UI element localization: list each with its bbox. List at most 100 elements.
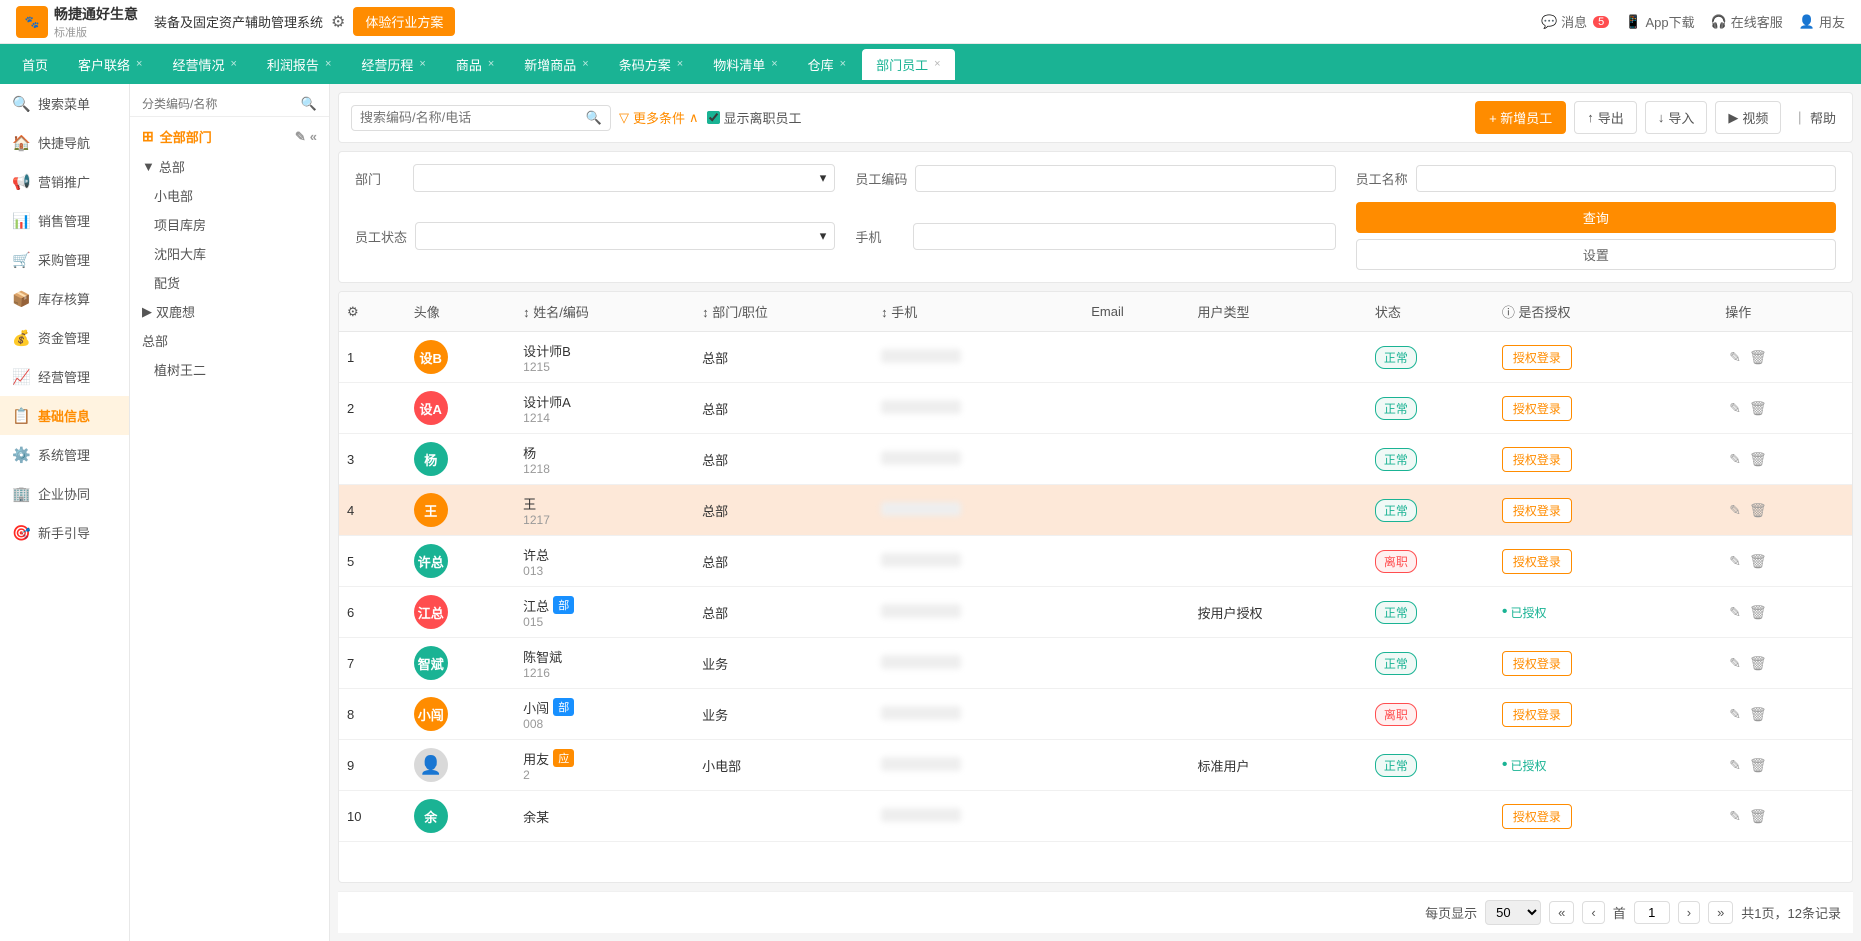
query-button[interactable]: 查询 — [1356, 202, 1836, 233]
sidebar-item-quick-nav[interactable]: 🏠 快捷导航 — [0, 123, 129, 162]
auth-button[interactable]: 授权登录 — [1502, 702, 1572, 727]
tab-operations[interactable]: 经营情况× — [158, 49, 250, 80]
delete-button[interactable]: 🗑 — [1745, 806, 1771, 827]
sidebar-item-operations[interactable]: 📈 经营管理 — [0, 357, 129, 396]
dept-node-shenyang[interactable]: 沈阳大库 — [130, 239, 329, 268]
dept-node-zongbu[interactable]: ▼ 总部 — [130, 152, 329, 181]
show-leave-toggle[interactable]: 显示离职员工 — [707, 108, 802, 127]
delete-button[interactable]: 🗑 — [1745, 449, 1771, 470]
per-page-select[interactable]: 50 20 100 — [1485, 900, 1541, 925]
auth-button[interactable]: 授权登录 — [1502, 804, 1572, 829]
edit-button[interactable]: ✎ — [1725, 653, 1745, 674]
gear-icon[interactable]: ⚙ — [331, 12, 345, 32]
dept-search-input[interactable] — [142, 97, 301, 111]
prev-page-button[interactable]: ‹ — [1582, 901, 1604, 924]
sidebar-item-marketing[interactable]: 📢 营销推广 — [0, 162, 129, 201]
empname-filter-input[interactable] — [1416, 165, 1836, 192]
tab-warehouse[interactable]: 仓库× — [794, 49, 860, 80]
delete-button[interactable]: 🗑 — [1745, 398, 1771, 419]
dept-node-peihuo[interactable]: 配货 — [130, 268, 329, 297]
tab-dept-staff[interactable]: 部门员工× — [862, 49, 954, 80]
view-button[interactable]: ▶ 视频 — [1715, 101, 1781, 134]
app-download-button[interactable]: 📱 App下载 — [1625, 12, 1694, 31]
auth-button[interactable]: 授权登录 — [1502, 396, 1572, 421]
message-button[interactable]: 💬 消息 5 — [1541, 12, 1609, 31]
sidebar-item-inventory[interactable]: 📦 库存核算 — [0, 279, 129, 318]
edit-button[interactable]: ✎ — [1725, 551, 1745, 572]
search-input[interactable] — [360, 110, 582, 125]
empcode-filter-input[interactable] — [915, 165, 1335, 192]
delete-button[interactable]: 🗑 — [1745, 653, 1771, 674]
dept-filter-select[interactable]: ▾ — [413, 164, 835, 192]
sidebar-item-finance[interactable]: 💰 资金管理 — [0, 318, 129, 357]
edit-button[interactable]: ✎ — [1725, 602, 1745, 623]
col-dept[interactable]: ↕ 部门/职位 — [694, 292, 873, 332]
show-leave-checkbox[interactable] — [707, 111, 720, 124]
delete-button[interactable]: 🗑 — [1745, 551, 1771, 572]
tab-bom[interactable]: 物料清单× — [699, 49, 791, 80]
sidebar-item-sales[interactable]: 📊 销售管理 — [0, 201, 129, 240]
help-button[interactable]: ｜ 帮助 — [1789, 104, 1840, 131]
auth-button[interactable]: 授权登录 — [1502, 549, 1572, 574]
page-number-input[interactable] — [1634, 901, 1670, 924]
tab-barcode[interactable]: 条码方案× — [605, 49, 697, 80]
delete-button[interactable]: 🗑 — [1745, 500, 1771, 521]
delete-button[interactable]: 🗑 — [1745, 347, 1771, 368]
empname-input[interactable] — [1425, 171, 1827, 186]
more-filter-button[interactable]: ▽ 更多条件 ∧ — [619, 108, 699, 127]
edit-button[interactable]: ✎ — [1725, 806, 1745, 827]
tab-history[interactable]: 经营历程× — [347, 49, 439, 80]
edit-button[interactable]: ✎ — [1725, 398, 1745, 419]
tab-goods[interactable]: 商品× — [442, 49, 508, 80]
delete-button[interactable]: 🗑 — [1745, 602, 1771, 623]
row-email — [1083, 791, 1189, 842]
tab-home[interactable]: 首页 — [8, 49, 62, 80]
sidebar-item-guide[interactable]: 🎯 新手引导 — [0, 513, 129, 552]
reset-button[interactable]: 设置 — [1356, 239, 1836, 270]
phone-input[interactable] — [922, 229, 1326, 244]
tab-profit[interactable]: 利润报告× — [253, 49, 345, 80]
col-phone[interactable]: ↕ 手机 — [873, 292, 1083, 332]
edit-button[interactable]: ✎ — [1725, 500, 1745, 521]
online-service-button[interactable]: 🎧 在线客服 — [1711, 12, 1783, 31]
sidebar-item-system[interactable]: ⚙️ 系统管理 — [0, 435, 129, 474]
delete-button[interactable]: 🗑 — [1745, 755, 1771, 776]
import-button[interactable]: ↓ 导入 — [1645, 101, 1708, 134]
auth-button[interactable]: 授权登录 — [1502, 345, 1572, 370]
sidebar-item-basic-info[interactable]: 📋 基础信息 — [0, 396, 129, 435]
auth-button[interactable]: 授权登录 — [1502, 447, 1572, 472]
next-page-button[interactable]: › — [1678, 901, 1700, 924]
dept-node-shuanglu[interactable]: ▶ 双鹿想 — [130, 297, 329, 326]
edit-button[interactable]: ✎ — [1725, 704, 1745, 725]
auth-button[interactable]: 授权登录 — [1502, 498, 1572, 523]
dept-node-zhishu[interactable]: 植树王二 — [130, 355, 329, 384]
col-name[interactable]: ↕ 姓名/编码 — [515, 292, 694, 332]
dept-tree-edit-icon[interactable]: ✎ — [295, 129, 306, 145]
sidebar-item-enterprise[interactable]: 🏢 企业协同 — [0, 474, 129, 513]
row-name: 许总013 — [515, 536, 694, 587]
dept-node-zongbu2[interactable]: 总部 — [130, 326, 329, 355]
col-settings[interactable]: ⚙ — [339, 292, 406, 332]
dept-tree-collapse-icon[interactable]: « — [310, 129, 317, 144]
dept-node-xiangmu[interactable]: 项目库房 — [130, 210, 329, 239]
dept-node-xiaodian[interactable]: 小电部 — [130, 181, 329, 210]
tab-add-goods[interactable]: 新增商品× — [510, 49, 602, 80]
export-button[interactable]: ↑ 导出 — [1574, 101, 1637, 134]
sidebar-item-purchase[interactable]: 🛒 采购管理 — [0, 240, 129, 279]
empcode-input[interactable] — [924, 171, 1326, 186]
empstatus-filter-select[interactable]: ▾ — [415, 222, 835, 250]
edit-button[interactable]: ✎ — [1725, 449, 1745, 470]
tab-customer[interactable]: 客户联络× — [64, 49, 156, 80]
first-page-button[interactable]: « — [1549, 901, 1574, 924]
add-staff-button[interactable]: + 新增员工 — [1475, 101, 1566, 134]
auth-button[interactable]: 授权登录 — [1502, 651, 1572, 676]
edit-button[interactable]: ✎ — [1725, 347, 1745, 368]
content-area: 🔍 ⊞ 全部部门 ✎ « ▼ 总部 小电部 — [130, 84, 1861, 941]
experience-button[interactable]: 体验行业方案 — [353, 7, 455, 36]
last-page-button[interactable]: » — [1708, 901, 1733, 924]
phone-filter-input[interactable] — [913, 223, 1335, 250]
edit-button[interactable]: ✎ — [1725, 755, 1745, 776]
user-menu[interactable]: 👤 用友 — [1799, 12, 1845, 31]
delete-button[interactable]: 🗑 — [1745, 704, 1771, 725]
sidebar-item-search[interactable]: 🔍 搜索菜单 — [0, 84, 129, 123]
